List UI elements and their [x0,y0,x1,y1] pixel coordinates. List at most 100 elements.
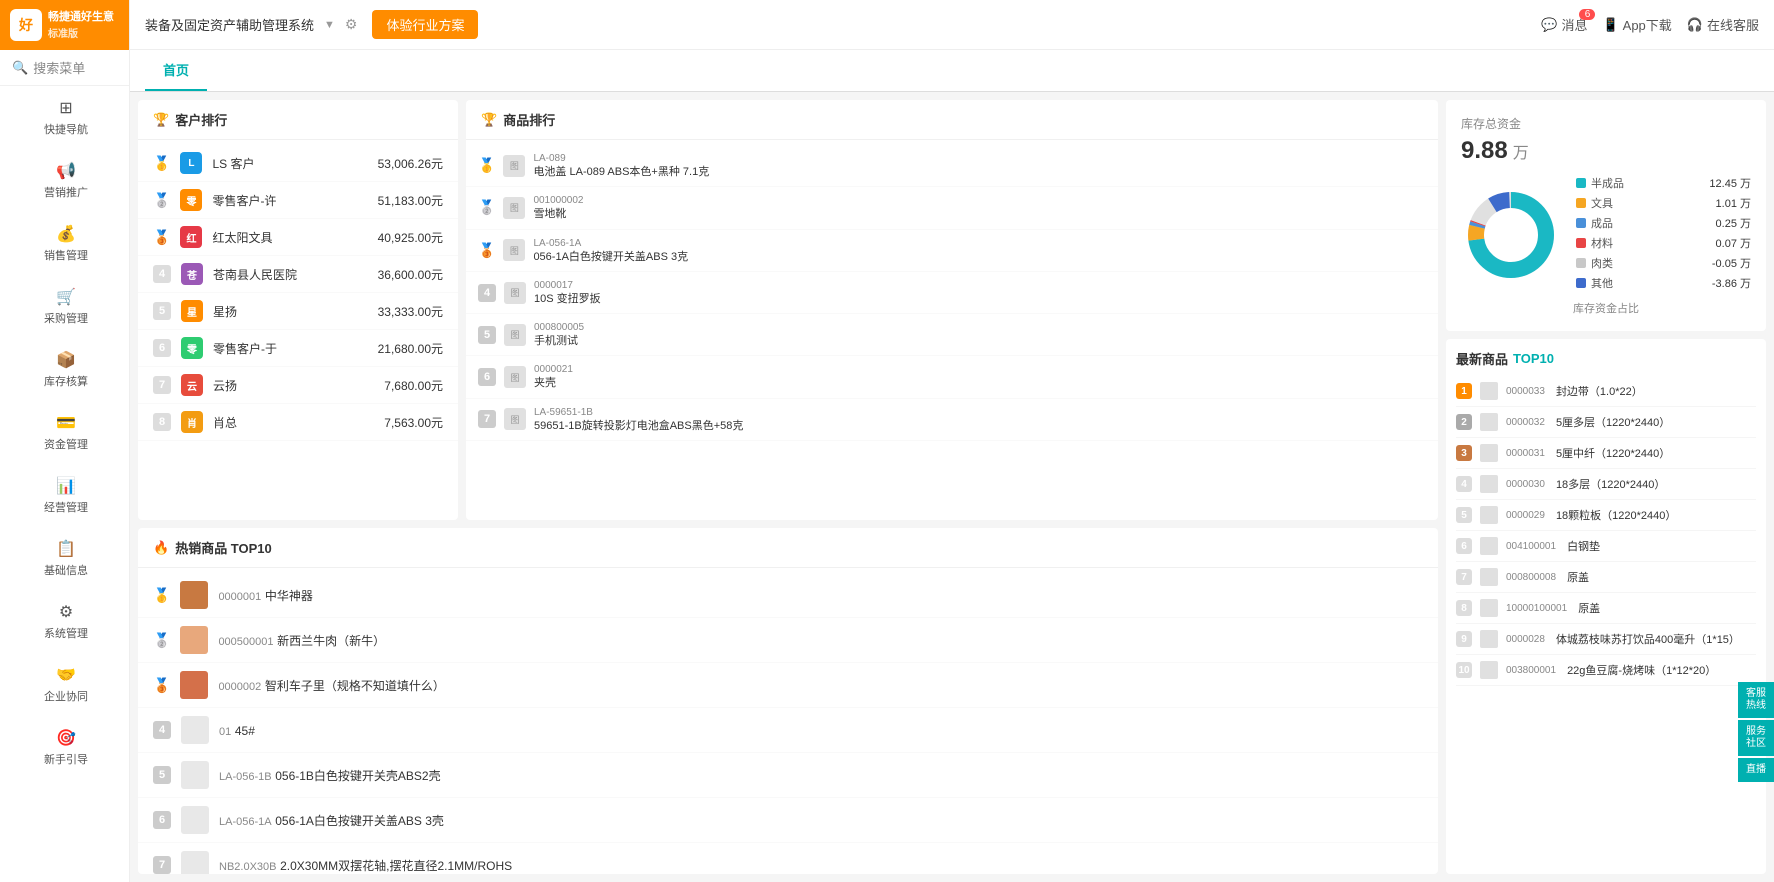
product-name: 电池盖 LA-089 ABS本色+黑种 7.1克 [533,165,1426,179]
rank-number: 6 [153,339,171,357]
hot-product-image [180,671,208,699]
cs-hotline-btn[interactable]: 客服热线 [1738,682,1774,718]
new-product-name: 体城荔枝味苏打饮品400毫升（1*15） [1556,631,1756,647]
new-rank-number: 10 [1456,662,1472,678]
nav-label-marketing: 营销推广 [44,184,88,200]
product-info: LA-59651-1B 59651-1B旋转投影灯电池盒ABS黑色+58克 [534,406,1426,433]
product-image: 图 [504,366,526,388]
customer-name: 肖总 [213,414,374,431]
sidebar-item-sales[interactable]: 💰 销售管理 [0,212,129,275]
customer-rank-item: 6 零 零售客户-于 21,680.00元 [138,330,458,367]
customer-avatar: 零 [180,189,202,211]
product-rank-item: 🥈 图 001000002 雪地靴 [466,187,1438,229]
product-ranking-panel: 🏆 商品排行 🥇 图 LA-089 电池盖 LA-089 ABS本色+黑种 7.… [466,100,1438,520]
sidebar-search[interactable]: 🔍 搜索菜单 [0,50,129,86]
dropdown-arrow-icon[interactable]: ▼ [324,19,335,31]
newest-product-item: 3 0000031 5厘中纤（1220*2440） [1456,438,1756,469]
hot-product-item: 🥉 0000002 智利车子里（规格不知道填什么） [138,663,1438,708]
product-image: 图 [503,155,525,177]
system-icon: ⚙ [59,602,73,622]
new-product-image [1480,661,1498,679]
product-image: 图 [504,408,526,430]
product-name: 夹壳 [534,376,1426,390]
hot-product-code: LA-056-1B [219,771,272,783]
sidebar-item-operations[interactable]: 📊 经营管理 [0,464,129,527]
top-row: 🏆 客户排行 🥇 L LS 客户 53,006.26元 🥈 零 零售客户-许 5… [138,100,1438,520]
nav-label-purchase: 采购管理 [44,310,88,326]
hot-product-name: 056-1A白色按键开关盖ABS 3壳 [275,814,444,828]
logo-icon: 好 [10,9,42,41]
hot-product-image [180,626,208,654]
legend-dot [1576,278,1586,288]
hot-product-info: 0000001 中华神器 [218,587,1423,604]
new-product-code: 003800001 [1506,665,1556,676]
nav-label-finance: 资金管理 [44,436,88,452]
sidebar-item-finance[interactable]: 💳 资金管理 [0,401,129,464]
sidebar-item-system[interactable]: ⚙ 系统管理 [0,590,129,653]
hot-product-code: 000500001 [218,636,273,648]
new-rank-number: 1 [1456,383,1472,399]
product-code: 0000017 [534,279,1426,292]
sidebar-item-basics[interactable]: 📋 基础信息 [0,527,129,590]
rank-number: 5 [153,766,171,784]
new-rank-number: 3 [1456,445,1472,461]
hot-products-panel: 🔥 热销商品 TOP10 🥇 0000001 中华神器 🥈 000500001 … [138,528,1438,874]
new-product-image [1480,444,1498,462]
trial-button[interactable]: 体验行业方案 [372,10,478,39]
customer-rank-item: 4 苍 苍南县人民医院 36,600.00元 [138,256,458,293]
app-download-btn[interactable]: 📱 App下载 [1602,15,1671,34]
product-info: LA-056-1A 056-1A白色按键开关盖ABS 3克 [533,237,1426,264]
hot-product-info: LA-056-1A 056-1A白色按键开关盖ABS 3壳 [219,812,1423,829]
new-rank-number: 2 [1456,414,1472,430]
customer-avatar: 零 [181,337,203,359]
tab-home[interactable]: 首页 [145,50,207,91]
cs-community-btn[interactable]: 服务社区 [1738,720,1774,756]
product-name: 10S 变扭罗扳 [534,292,1426,306]
legend-item: 半成品 12.45 万 [1576,175,1751,191]
inventory-unit: 万 [1513,139,1529,163]
sidebar-item-guide[interactable]: 🎯 新手引导 [0,716,129,779]
legend-name: 成品 [1591,215,1711,231]
purchase-icon: 🛒 [56,287,76,307]
sidebar-item-marketing[interactable]: 📢 营销推广 [0,149,129,212]
new-product-image [1480,413,1498,431]
customer-amount: 7,680.00元 [384,377,443,394]
cs-live-btn[interactable]: 直播 [1738,758,1774,782]
trophy-icon: 🏆 [153,112,169,128]
legend-item: 其他 -3.86 万 [1576,275,1751,291]
phone-icon: 📱 [1602,17,1618,33]
new-product-code: 0000031 [1506,448,1545,459]
legend-name: 材料 [1591,235,1711,251]
product-code: 0000021 [534,363,1426,376]
rank-number: 7 [478,410,496,428]
newest-products-header: 最新商品 TOP10 [1456,349,1756,368]
message-btn[interactable]: 💬 消息 6 [1541,15,1587,34]
hot-products-header: 🔥 热销商品 TOP10 [138,528,1438,568]
legend-name: 半成品 [1591,175,1704,191]
online-service-btn[interactable]: 🎧 在线客服 [1687,15,1759,34]
new-product-code: 0000033 [1506,386,1545,397]
legend-item: 材料 0.07 万 [1576,235,1751,251]
new-product-code: 004100001 [1506,541,1556,552]
sidebar-item-purchase[interactable]: 🛒 采购管理 [0,275,129,338]
sidebar-item-enterprise[interactable]: 🤝 企业协同 [0,653,129,716]
product-name: 59651-1B旋转投影灯电池盒ABS黑色+58克 [534,419,1426,433]
header-right: 💬 消息 6 📱 App下载 🎧 在线客服 [1541,15,1759,34]
new-product-code: 0000030 [1506,479,1545,490]
legend-value: -3.86 万 [1712,275,1751,291]
customer-name: 红太阳文具 [212,229,367,246]
donut-chart [1461,185,1561,285]
legend-dot [1576,238,1586,248]
system-name: 装备及固定资产辅助管理系统 [145,15,314,34]
page-tabs: 首页 [130,50,1774,92]
newest-product-item: 10 003800001 22g鱼豆腐-烧烤味（1*12*20） [1456,655,1756,686]
product-image: 图 [504,282,526,304]
legend-value: 0.07 万 [1716,235,1751,251]
new-product-code: 000800008 [1506,572,1556,583]
sidebar-item-quick-nav[interactable]: ⊞ 快捷导航 [0,86,129,149]
product-code: LA-59651-1B [534,406,1426,419]
hot-product-image [181,806,209,834]
settings-icon[interactable]: ⚙ [345,16,358,33]
sidebar-item-inventory[interactable]: 📦 库存核算 [0,338,129,401]
newest-top10-label: TOP10 [1513,351,1554,366]
